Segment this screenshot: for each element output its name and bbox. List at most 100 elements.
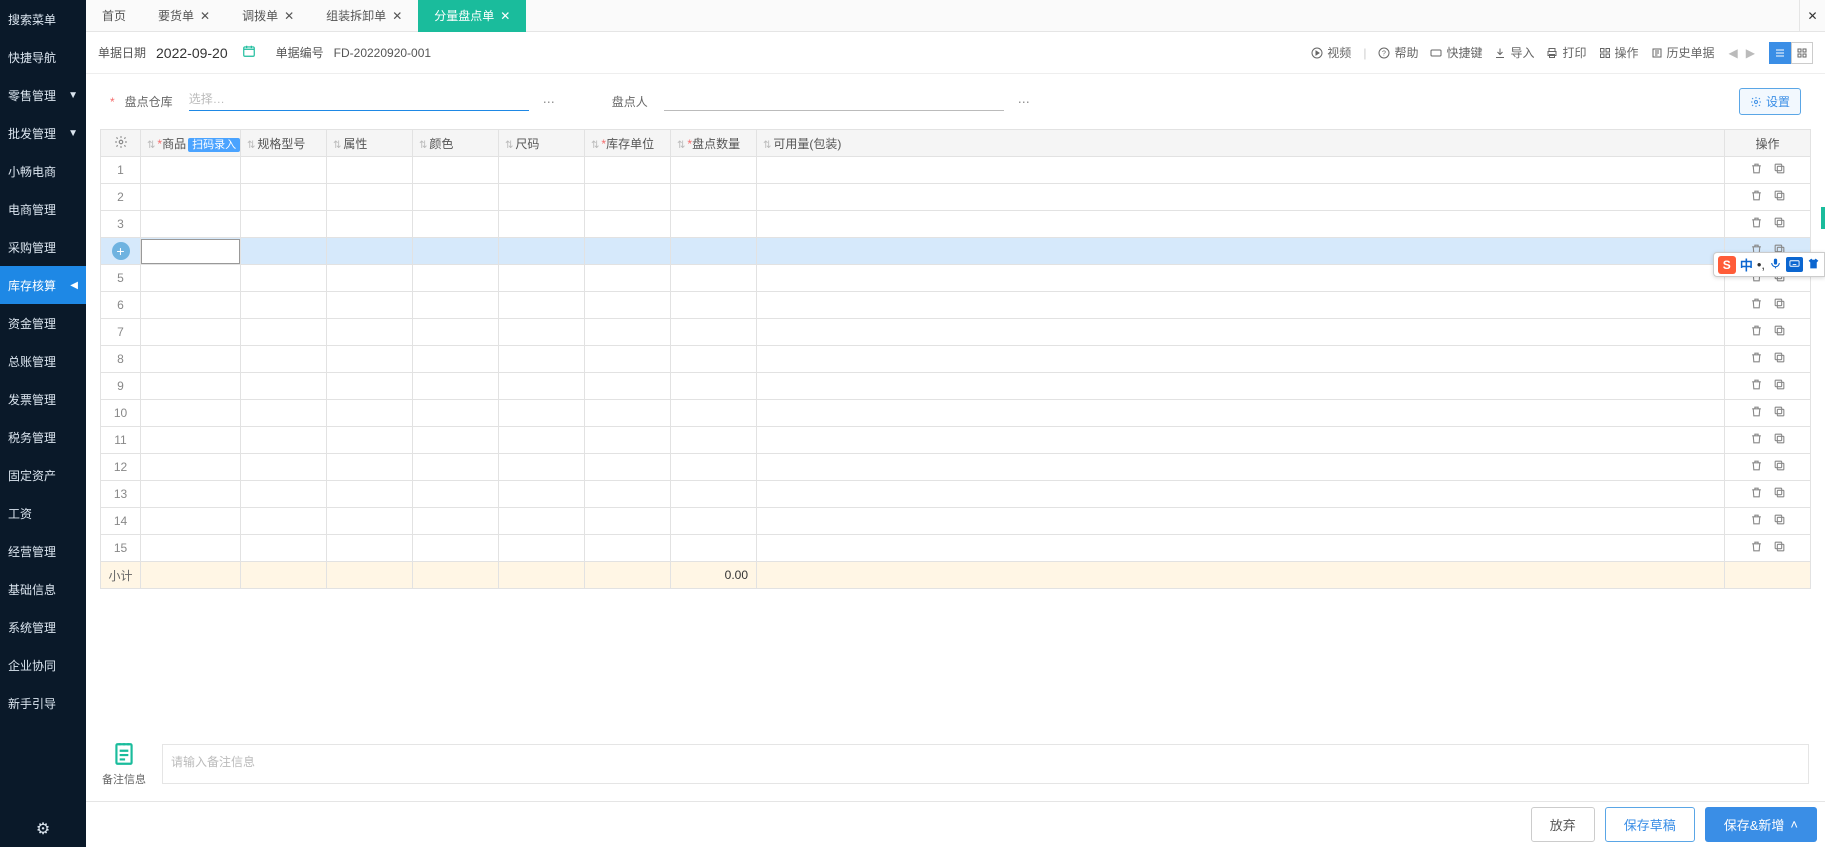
product-cell[interactable]	[141, 535, 241, 562]
table-row[interactable]: 7	[101, 319, 1811, 346]
settings-button[interactable]: 设置	[1739, 88, 1801, 115]
tab-0[interactable]: 首页	[86, 0, 142, 32]
add-row-icon[interactable]: +	[112, 242, 130, 260]
sidebar-settings-icon[interactable]: ⚙	[0, 811, 86, 847]
sidebar-item-16[interactable]: 系统管理	[0, 608, 86, 646]
col-attr[interactable]: ⇅属性	[327, 130, 413, 157]
save-draft-button[interactable]: 保存草稿	[1605, 807, 1695, 842]
copy-row-icon[interactable]	[1773, 486, 1786, 502]
delete-row-icon[interactable]	[1750, 297, 1763, 313]
col-color[interactable]: ⇅颜色	[413, 130, 499, 157]
shortcut-button[interactable]: 快捷键	[1430, 44, 1482, 61]
copy-row-icon[interactable]	[1773, 459, 1786, 475]
product-cell[interactable]	[141, 373, 241, 400]
delete-row-icon[interactable]	[1750, 378, 1763, 394]
copy-row-icon[interactable]	[1773, 378, 1786, 394]
delete-row-icon[interactable]	[1750, 162, 1763, 178]
copy-row-icon[interactable]	[1773, 540, 1786, 556]
tab-1[interactable]: 要货单✕	[142, 0, 226, 32]
sidebar-item-4[interactable]: 小畅电商	[0, 152, 86, 190]
sidebar-item-17[interactable]: 企业协同	[0, 646, 86, 684]
ime-mic-icon[interactable]	[1769, 257, 1782, 273]
sidebar-item-3[interactable]: 批发管理▼	[0, 114, 86, 152]
product-cell[interactable]	[141, 481, 241, 508]
delete-row-icon[interactable]	[1750, 459, 1763, 475]
sidebar-item-0[interactable]: 搜索菜单	[0, 0, 86, 38]
sidebar-item-18[interactable]: 新手引导	[0, 684, 86, 722]
delete-row-icon[interactable]	[1750, 513, 1763, 529]
delete-row-icon[interactable]	[1750, 189, 1763, 205]
table-row[interactable]: 1	[101, 157, 1811, 184]
table-row[interactable]: 2	[101, 184, 1811, 211]
copy-row-icon[interactable]	[1773, 513, 1786, 529]
product-cell-input[interactable]	[141, 239, 240, 264]
table-row[interactable]: 15	[101, 535, 1811, 562]
sidebar-item-14[interactable]: 经营管理	[0, 532, 86, 570]
delete-row-icon[interactable]	[1750, 405, 1763, 421]
delete-row-icon[interactable]	[1750, 486, 1763, 502]
product-cell[interactable]	[141, 346, 241, 373]
copy-row-icon[interactable]	[1773, 189, 1786, 205]
delete-row-icon[interactable]	[1750, 216, 1763, 232]
tab-2[interactable]: 调拨单✕	[226, 0, 310, 32]
sidebar-item-9[interactable]: 总账管理	[0, 342, 86, 380]
copy-row-icon[interactable]	[1773, 351, 1786, 367]
copy-row-icon[interactable]	[1773, 297, 1786, 313]
product-cell[interactable]	[141, 292, 241, 319]
product-cell[interactable]	[141, 400, 241, 427]
col-avail[interactable]: ⇅可用量(包装)	[757, 130, 1725, 157]
warehouse-lookup-icon[interactable]: ⋯	[543, 95, 556, 109]
sidebar-item-5[interactable]: 电商管理	[0, 190, 86, 228]
close-icon[interactable]: ✕	[284, 9, 294, 23]
operate-button[interactable]: 操作	[1599, 44, 1639, 61]
import-button[interactable]: 导入	[1494, 44, 1534, 61]
view-grid-icon[interactable]	[1791, 42, 1813, 64]
table-row[interactable]: 5	[101, 265, 1811, 292]
sidebar-item-15[interactable]: 基础信息	[0, 570, 86, 608]
ime-skin-icon[interactable]	[1807, 257, 1820, 273]
sidebar-item-7[interactable]: 库存核算◀	[0, 266, 86, 304]
scan-badge[interactable]: 扫码录入	[188, 138, 240, 152]
history-next-icon[interactable]: ▶	[1744, 46, 1757, 60]
product-cell[interactable]	[141, 157, 241, 184]
copy-row-icon[interactable]	[1773, 216, 1786, 232]
history-prev-icon[interactable]: ◀	[1727, 46, 1740, 60]
date-value[interactable]: 2022-09-20	[156, 45, 228, 61]
copy-row-icon[interactable]	[1773, 162, 1786, 178]
product-cell[interactable]	[141, 211, 241, 238]
view-list-icon[interactable]	[1769, 42, 1791, 64]
history-button[interactable]: 历史单据	[1651, 44, 1715, 61]
save-add-button[interactable]: 保存&新增 ˄	[1705, 807, 1817, 842]
table-row[interactable]: 10	[101, 400, 1811, 427]
col-product[interactable]: ⇅*商品扫码录入	[141, 130, 241, 157]
col-qty[interactable]: ⇅*盘点数量	[671, 130, 757, 157]
warehouse-input[interactable]	[189, 92, 529, 106]
copy-row-icon[interactable]	[1773, 324, 1786, 340]
product-cell[interactable]	[141, 508, 241, 535]
sidebar-item-1[interactable]: 快捷导航	[0, 38, 86, 76]
table-row[interactable]: +	[101, 238, 1811, 265]
close-all-tabs[interactable]: ✕	[1799, 0, 1825, 32]
ime-punct-icon[interactable]: •,	[1757, 257, 1765, 272]
product-cell[interactable]	[141, 184, 241, 211]
table-row[interactable]: 12	[101, 454, 1811, 481]
product-cell[interactable]	[141, 427, 241, 454]
help-button[interactable]: ? 帮助	[1378, 44, 1418, 61]
tab-4[interactable]: 分量盘点单✕	[418, 0, 526, 32]
delete-row-icon[interactable]	[1750, 432, 1763, 448]
checker-lookup-icon[interactable]: ⋯	[1018, 95, 1031, 109]
product-cell[interactable]	[141, 319, 241, 346]
copy-row-icon[interactable]	[1773, 432, 1786, 448]
table-row[interactable]: 14	[101, 508, 1811, 535]
sidebar-item-11[interactable]: 税务管理	[0, 418, 86, 456]
sidebar-item-8[interactable]: 资金管理	[0, 304, 86, 342]
video-button[interactable]: 视频	[1311, 44, 1351, 61]
product-cell[interactable]	[141, 454, 241, 481]
calendar-icon[interactable]	[242, 44, 256, 61]
tab-3[interactable]: 组装拆卸单✕	[310, 0, 418, 32]
delete-row-icon[interactable]	[1750, 351, 1763, 367]
sidebar-item-13[interactable]: 工资	[0, 494, 86, 532]
col-unit[interactable]: ⇅*库存单位	[585, 130, 671, 157]
delete-row-icon[interactable]	[1750, 540, 1763, 556]
ime-keyboard-icon[interactable]	[1786, 257, 1803, 272]
